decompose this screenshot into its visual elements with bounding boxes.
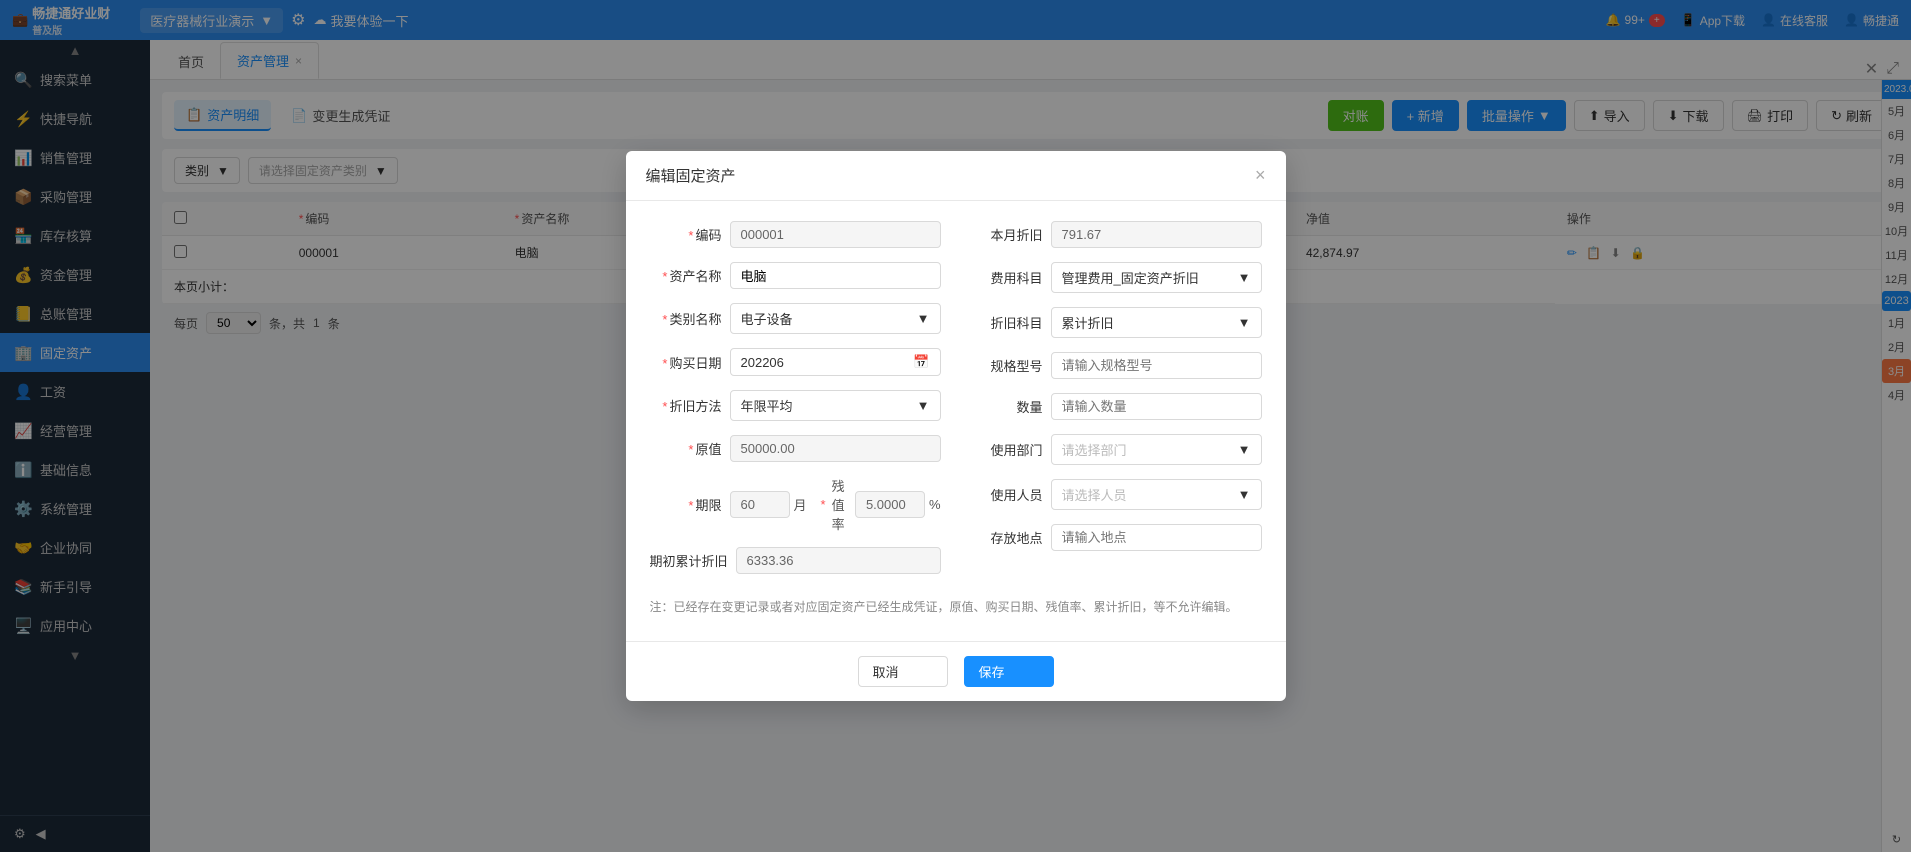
spec-input[interactable] bbox=[1051, 352, 1262, 379]
user-label: 使用人员 bbox=[971, 485, 1043, 504]
quantity-input[interactable] bbox=[1051, 393, 1262, 420]
code-field-row: *编码 bbox=[650, 221, 941, 248]
initial-dep-input[interactable] bbox=[736, 547, 941, 574]
user-select[interactable]: 请选择人员 ▼ bbox=[1051, 479, 1262, 510]
expense-subject-field-row: 费用科目 管理费用_固定资产折旧 ▼ bbox=[971, 262, 1262, 293]
department-select[interactable]: 请选择部门 ▼ bbox=[1051, 434, 1262, 465]
asset-name-input[interactable] bbox=[730, 262, 941, 289]
initial-dep-field-row: 期初累计折旧 bbox=[650, 547, 941, 574]
chevron-down-icon: ▼ bbox=[1238, 487, 1251, 502]
modal-close-button[interactable]: × bbox=[1255, 165, 1266, 186]
initial-dep-label: 期初累计折旧 bbox=[650, 551, 728, 570]
period-unit: 月 bbox=[794, 495, 807, 514]
spec-field-row: 规格型号 bbox=[971, 352, 1262, 379]
period-group: 月 * 残值率 % bbox=[730, 476, 941, 533]
period-field-row: *期限 月 * 残值率 % bbox=[650, 476, 941, 533]
depreciation-method-field-row: *折旧方法 年限平均 ▼ bbox=[650, 390, 941, 421]
modal-note-text: 注：已经存在变更记录或者对应固定资产已经生成凭证，原值、购买日期、残值率、累计折… bbox=[650, 600, 1238, 614]
monthly-dep-input[interactable] bbox=[1051, 221, 1262, 248]
asset-name-field-row: *资产名称 bbox=[650, 262, 941, 289]
purchase-date-label: *购买日期 bbox=[650, 353, 722, 372]
category-select[interactable]: 电子设备 ▼ bbox=[730, 303, 941, 334]
period-input[interactable] bbox=[730, 491, 790, 518]
department-label: 使用部门 bbox=[971, 440, 1043, 459]
modal-title: 编辑固定资产 bbox=[646, 165, 736, 186]
purchase-date-input-wrap[interactable]: 202206 📅 bbox=[730, 348, 941, 376]
modal-overlay: 编辑固定资产 × *编码 *资产名称 bbox=[0, 0, 1911, 852]
period-label: *期限 bbox=[650, 495, 722, 514]
code-label: *编码 bbox=[650, 225, 722, 244]
form-right: 本月折旧 费用科目 管理费用_固定资产折旧 ▼ bbox=[971, 221, 1262, 588]
modal-note: 注：已经存在变更记录或者对应固定资产已经生成凭证，原值、购买日期、残值率、累计折… bbox=[650, 598, 1262, 621]
chevron-down-icon: ▼ bbox=[917, 398, 930, 413]
chevron-down-icon: ▼ bbox=[1238, 315, 1251, 330]
chevron-down-icon: ▼ bbox=[1238, 270, 1251, 285]
quantity-field-row: 数量 bbox=[971, 393, 1262, 420]
dep-subject-value: 累计折旧 bbox=[1062, 313, 1114, 332]
expense-subject-value: 管理费用_固定资产折旧 bbox=[1062, 268, 1199, 287]
residual-rate-label: 残值率 bbox=[832, 476, 847, 533]
category-label-field: *类别名称 bbox=[650, 309, 722, 328]
edit-asset-modal: 编辑固定资产 × *编码 *资产名称 bbox=[626, 151, 1286, 701]
form-left: *编码 *资产名称 *类别名称 bbox=[650, 221, 941, 588]
modal-footer: 取消 保存 bbox=[626, 641, 1286, 701]
user-placeholder: 请选择人员 bbox=[1062, 485, 1127, 504]
depreciation-method-value: 年限平均 bbox=[741, 396, 793, 415]
original-value-input[interactable] bbox=[730, 435, 941, 462]
purchase-date-value: 202206 bbox=[741, 355, 914, 370]
expense-subject-select[interactable]: 管理费用_固定资产折旧 ▼ bbox=[1051, 262, 1262, 293]
calendar-icon: 📅 bbox=[913, 354, 929, 370]
depreciation-method-select[interactable]: 年限平均 ▼ bbox=[730, 390, 941, 421]
asset-name-label: *资产名称 bbox=[650, 266, 722, 285]
depreciation-method-label: *折旧方法 bbox=[650, 396, 722, 415]
modal-header: 编辑固定资产 × bbox=[626, 151, 1286, 201]
spec-label: 规格型号 bbox=[971, 356, 1043, 375]
modal-body: *编码 *资产名称 *类别名称 bbox=[626, 201, 1286, 641]
cancel-label: 取消 bbox=[873, 662, 899, 681]
chevron-down-icon: ▼ bbox=[917, 311, 930, 326]
category-field-row: *类别名称 电子设备 ▼ bbox=[650, 303, 941, 334]
code-input[interactable] bbox=[730, 221, 941, 248]
quantity-label: 数量 bbox=[971, 397, 1043, 416]
purchase-date-field-row: *购买日期 202206 📅 bbox=[650, 348, 941, 376]
original-value-label: *原值 bbox=[650, 439, 722, 458]
dep-subject-label: 折旧科目 bbox=[971, 313, 1043, 332]
save-button[interactable]: 保存 bbox=[964, 656, 1054, 687]
location-input[interactable] bbox=[1051, 524, 1262, 551]
user-field-row: 使用人员 请选择人员 ▼ bbox=[971, 479, 1262, 510]
expense-subject-label: 费用科目 bbox=[971, 268, 1043, 287]
dep-subject-select[interactable]: 累计折旧 ▼ bbox=[1051, 307, 1262, 338]
residual-rate-unit: % bbox=[929, 497, 941, 512]
residual-rate-input[interactable] bbox=[855, 491, 925, 518]
chevron-down-icon: ▼ bbox=[1238, 442, 1251, 457]
monthly-dep-label: 本月折旧 bbox=[971, 225, 1043, 244]
location-label: 存放地点 bbox=[971, 528, 1043, 547]
dep-subject-field-row: 折旧科目 累计折旧 ▼ bbox=[971, 307, 1262, 338]
category-select-value: 电子设备 bbox=[741, 309, 793, 328]
save-label: 保存 bbox=[979, 662, 1005, 681]
department-placeholder: 请选择部门 bbox=[1062, 440, 1127, 459]
monthly-dep-field-row: 本月折旧 bbox=[971, 221, 1262, 248]
form-grid: *编码 *资产名称 *类别名称 bbox=[650, 221, 1262, 588]
department-field-row: 使用部门 请选择部门 ▼ bbox=[971, 434, 1262, 465]
cancel-button[interactable]: 取消 bbox=[858, 656, 948, 687]
original-value-field-row: *原值 bbox=[650, 435, 941, 462]
location-field-row: 存放地点 bbox=[971, 524, 1262, 551]
